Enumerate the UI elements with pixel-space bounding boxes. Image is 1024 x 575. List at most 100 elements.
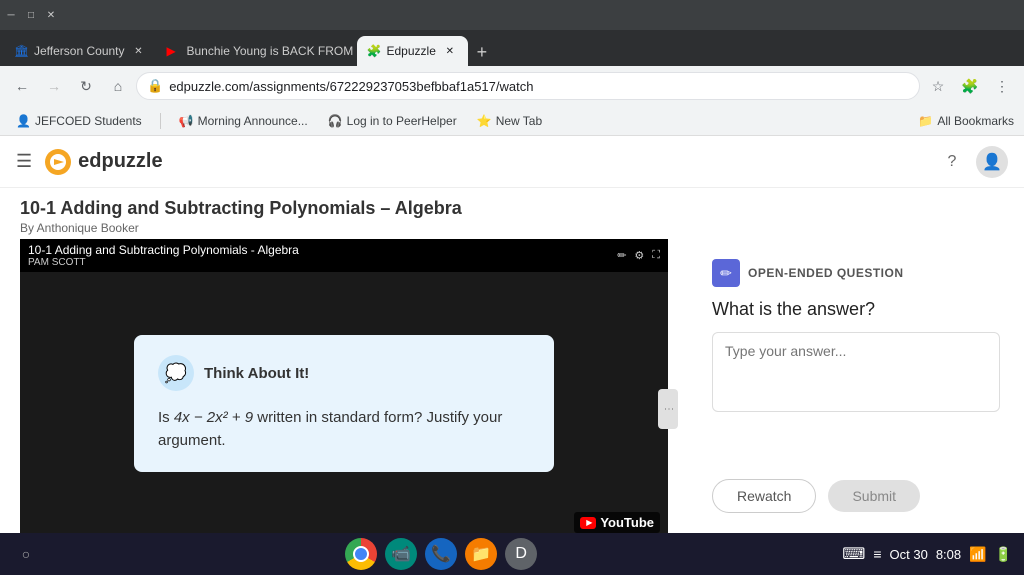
video-controls[interactable]: ✏ ⚙ ⛶ — [617, 249, 660, 262]
taskbar-right: ⌨ ≡ Oct 30 8:08 📶 🔋 — [842, 544, 1012, 564]
video-section: 10-1 Adding and Subtracting Polynomials … — [20, 239, 668, 533]
time-display: 8:08 — [936, 547, 961, 562]
bookmark-newtab[interactable]: ⭐ New Tab — [471, 112, 548, 130]
video-inner: 10-1 Adding and Subtracting Polynomials … — [20, 239, 668, 533]
reload-btn[interactable]: ↻ — [72, 72, 100, 100]
menu-btn[interactable]: ⋮ — [988, 72, 1016, 100]
video-bar-author: PAM SCOTT — [28, 257, 299, 268]
title-bar: ─ □ ✕ — [0, 0, 1024, 30]
tab-label: Bunchie Young is BACK FROM — [187, 44, 354, 58]
tab-bunchie[interactable]: ▶ Bunchie Young is BACK FROM ✕ — [157, 36, 357, 66]
question-type-badge: ✏ OPEN-ENDED QUESTION — [712, 259, 1000, 287]
page-container: ☰ edpuzzle ? 👤 10-1 Adding and Subtracti… — [0, 136, 1024, 533]
bookmark-label: New Tab — [496, 114, 542, 128]
maximize-btn[interactable]: □ — [24, 8, 38, 22]
video-title-section: 10-1 Adding and Subtracting Polynomials … — [0, 188, 1024, 239]
user-avatar-btn[interactable]: 👤 — [976, 146, 1008, 178]
rewatch-btn[interactable]: Rewatch — [712, 479, 816, 513]
tab-edpuzzle[interactable]: 🧩 Edpuzzle ✕ — [357, 36, 468, 66]
question-type-label: OPEN-ENDED QUESTION — [748, 266, 904, 280]
all-bookmarks-label: All Bookmarks — [937, 114, 1014, 128]
bookmark-peerhelper[interactable]: 🎧 Log in to PeerHelper — [322, 112, 463, 130]
bookmark-jefcoed[interactable]: 👤 JEFCOED Students — [10, 112, 148, 130]
user-app-icon[interactable]: D — [505, 538, 537, 570]
extensions-btn[interactable]: 🧩 — [956, 72, 984, 100]
peerhelper-icon: 🎧 — [328, 114, 343, 128]
pencil-icon: ✏ — [617, 249, 626, 262]
main-content: 10-1 Adding and Subtracting Polynomials … — [0, 239, 1024, 533]
bookmark-btn[interactable]: ☆ — [924, 72, 952, 100]
close-btn[interactable]: ✕ — [44, 8, 58, 22]
question-text: What is the answer? — [712, 299, 1000, 320]
keyboard-icon[interactable]: ⌨ — [842, 544, 865, 564]
bookmark-morning[interactable]: 📢 Morning Announce... — [173, 112, 314, 130]
video-content-area: 💭 Think About It! Is 4x − 2x² + 9 writte… — [20, 272, 668, 533]
taskbar-left: ○ — [12, 540, 40, 568]
lock-icon: 🔒 — [147, 78, 163, 94]
edpuzzle-logo: edpuzzle — [44, 148, 162, 176]
help-btn[interactable]: ? — [936, 146, 968, 178]
expand-dots-icon: ⋮ — [663, 404, 673, 414]
bookmark-label: JEFCOED Students — [35, 114, 142, 128]
window-controls[interactable]: ─ □ ✕ — [4, 8, 58, 22]
menu-icon[interactable]: ☰ — [16, 151, 32, 172]
pencil-badge-icon: ✏ — [720, 265, 732, 282]
nav-bar: ← → ↻ ⌂ 🔒 edpuzzle.com/assignments/67222… — [0, 66, 1024, 106]
video-title-bar-info: 10-1 Adding and Subtracting Polynomials … — [28, 243, 299, 268]
tab-label: Jefferson County — [34, 44, 125, 58]
meet-icon: 📹 — [391, 544, 411, 564]
bookmarks-bar: 👤 JEFCOED Students 📢 Morning Announce...… — [0, 106, 1024, 136]
back-btn[interactable]: ← — [8, 72, 36, 100]
jefcoed-icon: 👤 — [16, 114, 31, 128]
video-top-bar: 10-1 Adding and Subtracting Polynomials … — [20, 239, 668, 272]
wifi-icon: 📶 — [969, 546, 986, 563]
expand-handle[interactable]: ⋮ — [658, 389, 678, 429]
system-menu-icon[interactable]: ○ — [12, 540, 40, 568]
address-text: edpuzzle.com/assignments/672229237053bef… — [169, 79, 909, 94]
logo-svg-icon — [44, 148, 72, 176]
tab-jefferson[interactable]: 🏛 Jefferson County ✕ — [4, 36, 157, 66]
video-author: By Anthonique Booker — [20, 221, 1004, 235]
meet-app-icon[interactable]: 📹 — [385, 538, 417, 570]
question-card-header: 💭 Think About It! — [158, 355, 530, 391]
tab-favicon-bunchie: ▶ — [167, 44, 181, 58]
new-tab-btn[interactable]: + — [468, 38, 496, 66]
duo-icon: 📞 — [431, 544, 451, 564]
taskbar: ○ 📹 📞 📁 D ⌨ ≡ Oct 30 8:08 📶 🔋 — [0, 533, 1024, 575]
taskbar-menu-icon[interactable]: ≡ — [873, 546, 881, 562]
think-text: Think About It! — [204, 365, 309, 382]
duo-app-icon[interactable]: 📞 — [425, 538, 457, 570]
all-bookmarks[interactable]: 📁 All Bookmarks — [918, 114, 1014, 128]
bookmark-separator — [160, 113, 161, 129]
minimize-btn[interactable]: ─ — [4, 8, 18, 22]
open-ended-icon: ✏ — [712, 259, 740, 287]
tab-close-edpuzzle[interactable]: ✕ — [442, 43, 458, 59]
files-icon: 📁 — [471, 544, 491, 564]
battery-icon: 🔋 — [995, 546, 1012, 563]
bookmark-label: Morning Announce... — [198, 114, 308, 128]
avatar-icon: 👤 — [982, 152, 1002, 172]
tab-label: Edpuzzle — [387, 44, 436, 58]
tab-close-jefferson[interactable]: ✕ — [131, 43, 147, 59]
address-bar[interactable]: 🔒 edpuzzle.com/assignments/672229237053b… — [136, 72, 920, 100]
submit-btn[interactable]: Submit — [828, 480, 920, 512]
content-area: 10-1 Adding and Subtracting Polynomials … — [0, 188, 1024, 533]
answer-input[interactable] — [712, 332, 1000, 412]
files-app-icon[interactable]: 📁 — [465, 538, 497, 570]
think-bubble-icon: 💭 — [158, 355, 194, 391]
chrome-app-icon[interactable] — [345, 538, 377, 570]
taskbar-center: 📹 📞 📁 D — [40, 538, 842, 570]
question-card: 💭 Think About It! Is 4x − 2x² + 9 writte… — [134, 335, 554, 472]
tabs-bar: 🏛 Jefferson County ✕ ▶ Bunchie Young is … — [0, 30, 1024, 66]
home-btn[interactable]: ⌂ — [104, 72, 132, 100]
expand-icon: ⛶ — [652, 249, 660, 262]
video-title: 10-1 Adding and Subtracting Polynomials … — [20, 198, 1004, 219]
forward-btn[interactable]: → — [40, 72, 68, 100]
video-bar-title: 10-1 Adding and Subtracting Polynomials … — [28, 243, 299, 257]
settings-icon: ⚙ — [634, 249, 644, 262]
youtube-play-icon: ▶ — [580, 517, 596, 529]
logo-text: edpuzzle — [78, 150, 162, 173]
edpuzzle-header: ☰ edpuzzle ? 👤 — [0, 136, 1024, 188]
folder-icon: 📁 — [918, 114, 933, 128]
morning-icon: 📢 — [179, 114, 194, 128]
